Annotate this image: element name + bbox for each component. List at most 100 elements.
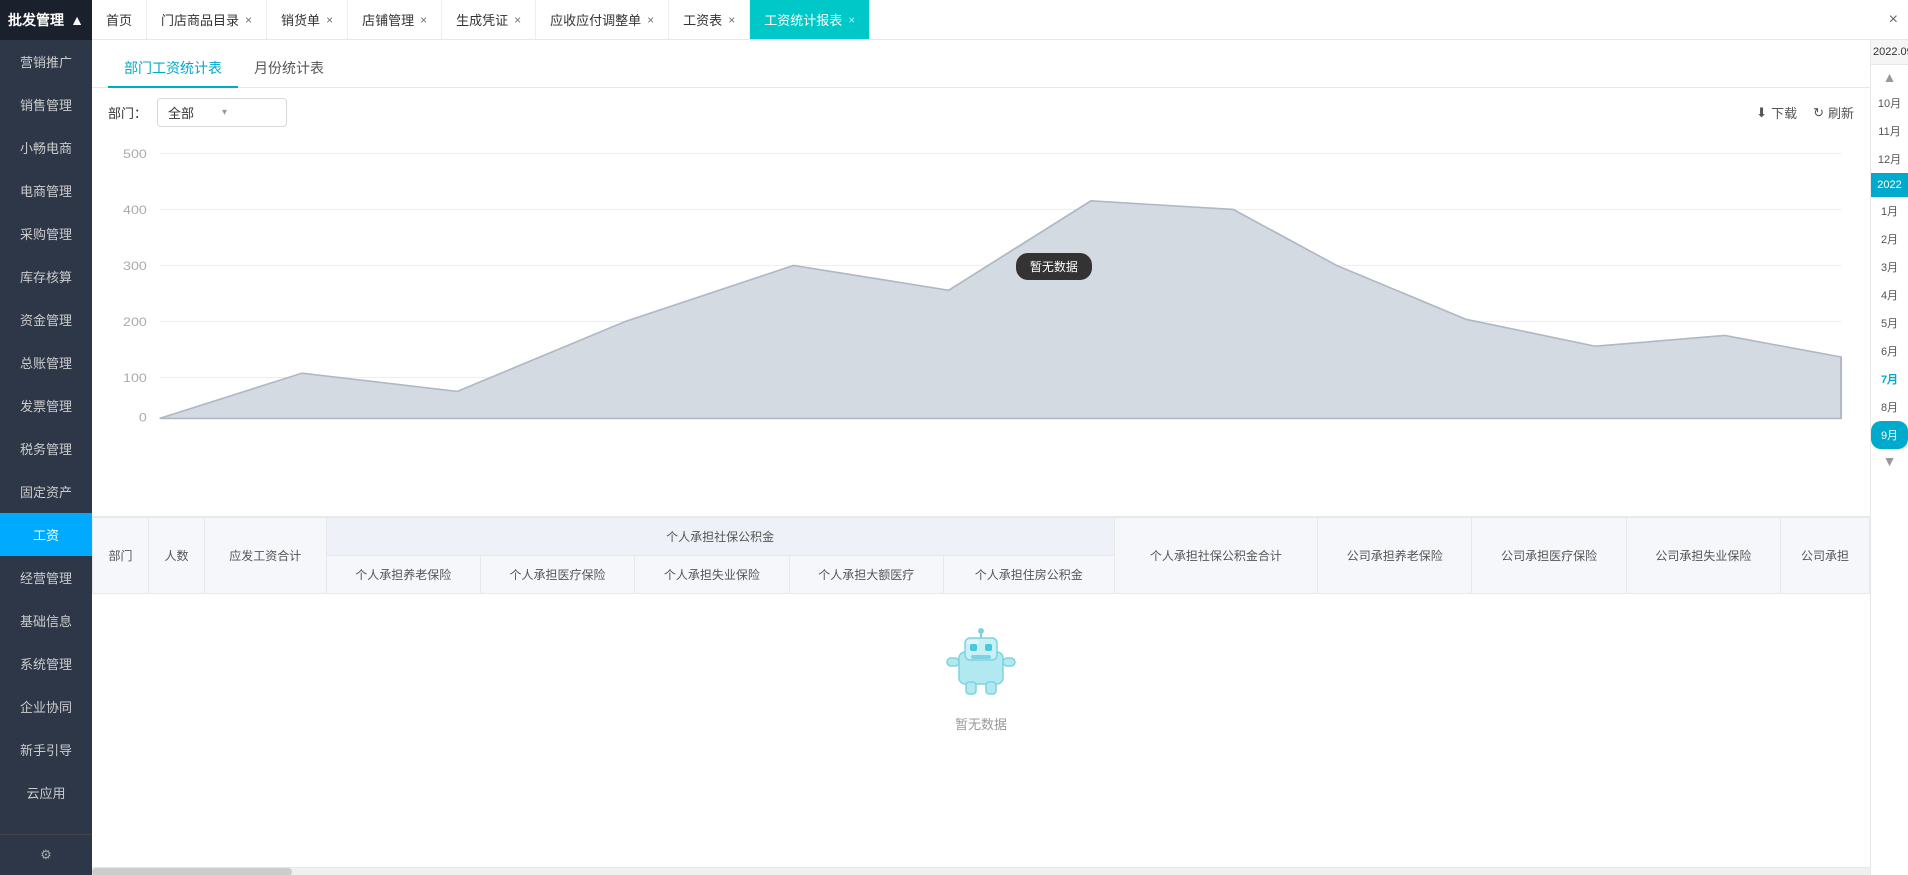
dept-value: 全部 [168,103,222,122]
refresh-label: 刷新 [1828,103,1854,122]
cal-month-5[interactable]: 5月 [1871,309,1908,337]
tab-close-icon[interactable]: × [420,13,427,27]
th-personal-major-medical: 个人承担大额医疗 [789,555,943,593]
cal-header: 2022.09 [1871,40,1908,65]
tab-工资统计报表[interactable]: 工资统计报表 × [750,0,870,40]
empty-state: 暂无数据 [93,594,1870,763]
right-calendar: 2022.09 ▲ 10月 11月 12月 2022 1月 2月 3月 4月 5… [1870,40,1908,875]
toolbar: 部门： 全部 ▾ ⬇ 下载 ↻ 刷新 [92,88,1870,137]
tab-close-icon[interactable]: × [326,13,333,27]
sidebar-footer[interactable]: ⚙ [0,834,92,875]
cal-nav-down[interactable]: ▼ [1871,449,1908,473]
sidebar-item-采购管理[interactable]: 采购管理 [0,212,92,255]
tab-label: 首页 [106,10,132,29]
sidebar-item-基础信息[interactable]: 基础信息 [0,599,92,642]
cal-month-9[interactable]: 9月 [1871,421,1908,449]
download-button[interactable]: ⬇ 下载 [1756,103,1797,122]
tab-工资表[interactable]: 工资表 × [669,0,750,40]
tab-close-icon[interactable]: × [728,13,735,27]
dept-label: 部门： [108,103,147,122]
cal-month-12[interactable]: 12月 [1871,145,1908,173]
sidebar-item-经营管理[interactable]: 经营管理 [0,556,92,599]
tab-label: 工资统计报表 [764,10,842,29]
tab-label: 销货单 [281,10,320,29]
cal-month-6[interactable]: 6月 [1871,337,1908,365]
empty-row: 暂无数据 [93,593,1870,763]
cal-month-1[interactable]: 1月 [1871,197,1908,225]
th-personal-housing: 个人承担住房公积金 [943,555,1114,593]
refresh-button[interactable]: ↻ 刷新 [1813,103,1854,122]
download-label: 下载 [1771,103,1797,122]
tab-close-icon[interactable]: × [647,13,654,27]
svg-text:200: 200 [123,315,147,329]
cal-nav-up[interactable]: ▲ [1871,65,1908,89]
tab-首页[interactable]: 首页 [92,0,147,40]
settings-icon: ⚙ [40,847,52,862]
cal-month-2[interactable]: 2月 [1871,225,1908,253]
th-total-wage: 应发工资合计 [205,517,327,593]
svg-text:0: 0 [139,411,147,425]
dept-select[interactable]: 全部 ▾ [157,98,287,127]
tab-close-icon[interactable]: × [245,13,252,27]
close-icon: × [1889,11,1898,29]
tab-门店商品目录[interactable]: 门店商品目录 × [147,0,267,40]
sidebar-item-库存核算[interactable]: 库存核算 [0,255,92,298]
tab-label: 工资表 [683,10,722,29]
scrollbar[interactable] [92,867,1870,875]
sidebar-item-新手引导[interactable]: 新手引导 [0,728,92,771]
page-panel: 部门工资统计表月份统计表 部门： 全部 ▾ ⬇ 下载 [92,40,1870,875]
sidebar-item-企业协同[interactable]: 企业协同 [0,685,92,728]
empty-icon [941,624,1021,704]
sidebar-item-工资[interactable]: 工资 [0,513,92,556]
sidebar-item-系统管理[interactable]: 系统管理 [0,642,92,685]
toolbar-right: ⬇ 下载 ↻ 刷新 [1756,103,1854,122]
sidebar-item-小畅电商[interactable]: 小畅电商 [0,126,92,169]
cal-month-3[interactable]: 3月 [1871,253,1908,281]
cal-month-7[interactable]: 7月 [1871,365,1908,393]
th-company-unemployment: 公司承担失业保险 [1626,517,1780,593]
sidebar-item-资金管理[interactable]: 资金管理 [0,298,92,341]
sidebar-header[interactable]: 批发管理 ▲ [0,0,92,40]
download-icon: ⬇ [1756,105,1767,121]
tab-销货单[interactable]: 销货单 × [267,0,348,40]
sidebar-title: 批发管理 [8,10,64,30]
tabbar: 首页门店商品目录×销货单×店铺管理×生成凭证×应收应付调整单×工资表×工资统计报… [92,0,1908,40]
cal-month-11[interactable]: 11月 [1871,117,1908,145]
tab-店铺管理[interactable]: 店铺管理 × [348,0,442,40]
sidebar-item-电商管理[interactable]: 电商管理 [0,169,92,212]
chart-svg: 500 400 300 200 100 0 [108,147,1854,427]
cal-year-2022[interactable]: 2022 [1871,173,1908,197]
chart-area: 500 400 300 200 100 0 [92,137,1870,516]
tab-label: 应收应付调整单 [550,10,641,29]
cal-month-10[interactable]: 10月 [1871,89,1908,117]
cal-month-4[interactable]: 4月 [1871,281,1908,309]
sidebar-item-固定资产[interactable]: 固定资产 [0,470,92,513]
tabbar-close-button[interactable]: × [1879,0,1908,40]
tab-close-icon[interactable]: × [514,13,521,27]
toolbar-left: 部门： 全部 ▾ [108,98,287,127]
table-section: 部门 人数 应发工资合计 个人承担社保公积金 个人承担社保公积金合计 公司承担养… [92,516,1870,875]
sidebar-item-总账管理[interactable]: 总账管理 [0,341,92,384]
sidebar-item-云应用[interactable]: 云应用 [0,771,92,814]
tab-label: 门店商品目录 [161,10,239,29]
th-count: 人数 [149,517,205,593]
sidebar-item-销售管理[interactable]: 销售管理 [0,83,92,126]
tab-应收应付调整单[interactable]: 应收应付调整单 × [536,0,669,40]
th-personal-group: 个人承担社保公积金 [326,517,1114,555]
sub-tab-部门工资统计表[interactable]: 部门工资统计表 [108,50,238,88]
sidebar-item-发票管理[interactable]: 发票管理 [0,384,92,427]
table-outer[interactable]: 部门 人数 应发工资合计 个人承担社保公积金 个人承担社保公积金合计 公司承担养… [92,517,1870,868]
main-area: 首页门店商品目录×销货单×店铺管理×生成凭证×应收应付调整单×工资表×工资统计报… [92,0,1908,875]
svg-text:500: 500 [123,147,147,160]
sub-tab-月份统计表[interactable]: 月份统计表 [238,50,340,88]
sidebar-item-营销推广[interactable]: 营销推广 [0,40,92,83]
cal-month-8[interactable]: 8月 [1871,393,1908,421]
refresh-icon: ↻ [1813,105,1824,121]
sidebar-item-税务管理[interactable]: 税务管理 [0,427,92,470]
th-personal-medical: 个人承担医疗保险 [480,555,634,593]
chart-container: 500 400 300 200 100 0 [108,147,1854,427]
th-personal-pension: 个人承担养老保险 [326,555,480,593]
tab-label: 店铺管理 [362,10,414,29]
tab-close-icon[interactable]: × [848,13,855,27]
tab-生成凭证[interactable]: 生成凭证× [442,0,536,40]
